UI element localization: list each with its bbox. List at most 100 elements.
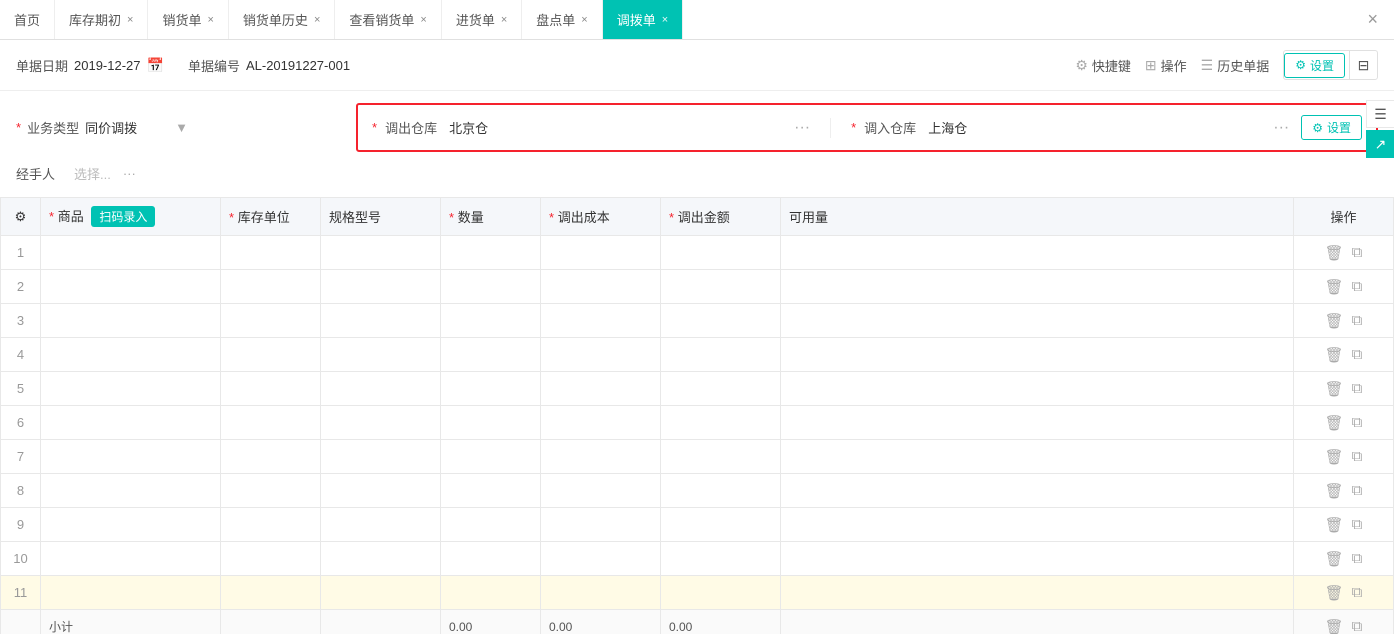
table-cell[interactable] (541, 542, 661, 576)
operation-action[interactable]: ⊞ 操作 (1145, 56, 1187, 75)
table-cell[interactable] (441, 338, 541, 372)
tab-sales-history[interactable]: 销货单历史 × (229, 0, 335, 39)
table-cell[interactable] (541, 440, 661, 474)
table-cell[interactable] (321, 372, 441, 406)
table-cell[interactable] (661, 372, 781, 406)
table-cell[interactable] (441, 440, 541, 474)
table-cell[interactable] (781, 542, 1294, 576)
table-cell[interactable] (781, 406, 1294, 440)
tab-close-sales-history[interactable]: × (314, 14, 320, 26)
table-cell[interactable] (781, 304, 1294, 338)
table-cell[interactable] (321, 576, 441, 610)
table-cell[interactable] (221, 338, 321, 372)
business-type-dropdown[interactable]: ▼ (175, 120, 188, 135)
table-cell[interactable] (661, 474, 781, 508)
business-type-value[interactable]: 同价调拨 (85, 118, 165, 137)
tab-sales-order[interactable]: 销货单 × (148, 0, 228, 39)
table-cell[interactable] (221, 474, 321, 508)
tab-stocktake[interactable]: 盘点单 × (522, 0, 602, 39)
table-cell[interactable] (541, 576, 661, 610)
table-cell[interactable] (41, 474, 221, 508)
tab-close-purchase[interactable]: × (501, 14, 507, 26)
table-cell[interactable] (221, 542, 321, 576)
warehouse-out-more[interactable]: ··· (794, 119, 810, 137)
table-cell[interactable] (661, 542, 781, 576)
subtotal-delete-icon[interactable]: 🗑 (1325, 618, 1344, 634)
table-cell[interactable] (781, 440, 1294, 474)
delete-icon[interactable]: 🗑 (1325, 482, 1344, 500)
table-cell[interactable] (41, 338, 221, 372)
warehouse-in-value[interactable]: 上海仓 (928, 118, 967, 137)
table-cell[interactable] (661, 338, 781, 372)
tab-close-view-sales[interactable]: × (420, 14, 426, 26)
delete-icon[interactable]: 🗑 (1325, 584, 1344, 602)
copy-icon[interactable]: ⧉ (1352, 516, 1363, 533)
table-cell[interactable] (321, 338, 441, 372)
table-cell[interactable] (441, 372, 541, 406)
tab-close-inventory-init[interactable]: × (127, 14, 133, 26)
table-cell[interactable] (541, 372, 661, 406)
table-cell[interactable] (221, 576, 321, 610)
delete-icon[interactable]: 🗑 (1325, 516, 1344, 534)
table-cell[interactable] (321, 270, 441, 304)
scan-button[interactable]: 扫码录入 (91, 206, 155, 227)
tab-inventory-init[interactable]: 库存期初 × (55, 0, 148, 39)
right-toolbar-export-btn[interactable]: ↗ (1366, 130, 1394, 158)
table-cell[interactable] (41, 372, 221, 406)
table-cell[interactable] (781, 270, 1294, 304)
table-cell[interactable] (321, 440, 441, 474)
table-cell[interactable] (321, 236, 441, 270)
copy-icon[interactable]: ⧉ (1352, 244, 1363, 261)
history-action[interactable]: ☰ 历史单据 (1201, 56, 1270, 75)
table-cell[interactable] (661, 508, 781, 542)
table-cell[interactable] (781, 236, 1294, 270)
table-cell[interactable] (321, 406, 441, 440)
table-cell[interactable] (41, 542, 221, 576)
table-cell[interactable] (661, 270, 781, 304)
handler-select[interactable]: 选择... (74, 164, 111, 183)
table-cell[interactable] (661, 406, 781, 440)
tab-transfer[interactable]: 调拨单 × (603, 0, 683, 39)
subtotal-copy-icon[interactable]: ⧉ (1352, 618, 1363, 634)
settings-button[interactable]: ⚙ 设置 (1284, 53, 1345, 78)
table-cell[interactable] (541, 338, 661, 372)
copy-icon[interactable]: ⧉ (1352, 482, 1363, 499)
table-cell[interactable] (661, 304, 781, 338)
copy-icon[interactable]: ⧉ (1352, 448, 1363, 465)
table-cell[interactable] (441, 474, 541, 508)
table-cell[interactable] (41, 440, 221, 474)
table-cell[interactable] (221, 236, 321, 270)
table-cell[interactable] (321, 542, 441, 576)
warehouse-in-more[interactable]: ··· (1273, 119, 1289, 137)
delete-icon[interactable]: 🗑 (1325, 380, 1344, 398)
delete-icon[interactable]: 🗑 (1325, 448, 1344, 466)
copy-icon[interactable]: ⧉ (1352, 380, 1363, 397)
table-cell[interactable] (441, 576, 541, 610)
copy-icon[interactable]: ⧉ (1352, 414, 1363, 431)
table-cell[interactable] (661, 236, 781, 270)
table-cell[interactable] (541, 474, 661, 508)
copy-icon[interactable]: ⧉ (1352, 584, 1363, 601)
delete-icon[interactable]: 🗑 (1325, 244, 1344, 262)
table-cell[interactable] (41, 236, 221, 270)
copy-icon[interactable]: ⧉ (1352, 550, 1363, 567)
warehouse-settings-button[interactable]: ⚙ 设置 (1301, 115, 1362, 140)
table-cell[interactable] (541, 236, 661, 270)
settings-grid-button[interactable]: ⊟ (1349, 51, 1377, 79)
table-cell[interactable] (221, 440, 321, 474)
table-cell[interactable] (541, 406, 661, 440)
table-cell[interactable] (781, 372, 1294, 406)
warehouse-out-value[interactable]: 北京仓 (449, 118, 488, 137)
table-cell[interactable] (781, 338, 1294, 372)
window-close-button[interactable]: × (1351, 9, 1394, 30)
calendar-icon[interactable]: 📅 (147, 57, 164, 74)
table-cell[interactable] (441, 508, 541, 542)
tab-close-sales-order[interactable]: × (207, 14, 213, 26)
table-cell[interactable] (541, 304, 661, 338)
shortcut-action[interactable]: ⚙ 快捷键 (1075, 56, 1131, 75)
delete-icon[interactable]: 🗑 (1325, 346, 1344, 364)
table-cell[interactable] (41, 270, 221, 304)
table-cell[interactable] (781, 474, 1294, 508)
table-cell[interactable] (441, 406, 541, 440)
table-cell[interactable] (541, 508, 661, 542)
